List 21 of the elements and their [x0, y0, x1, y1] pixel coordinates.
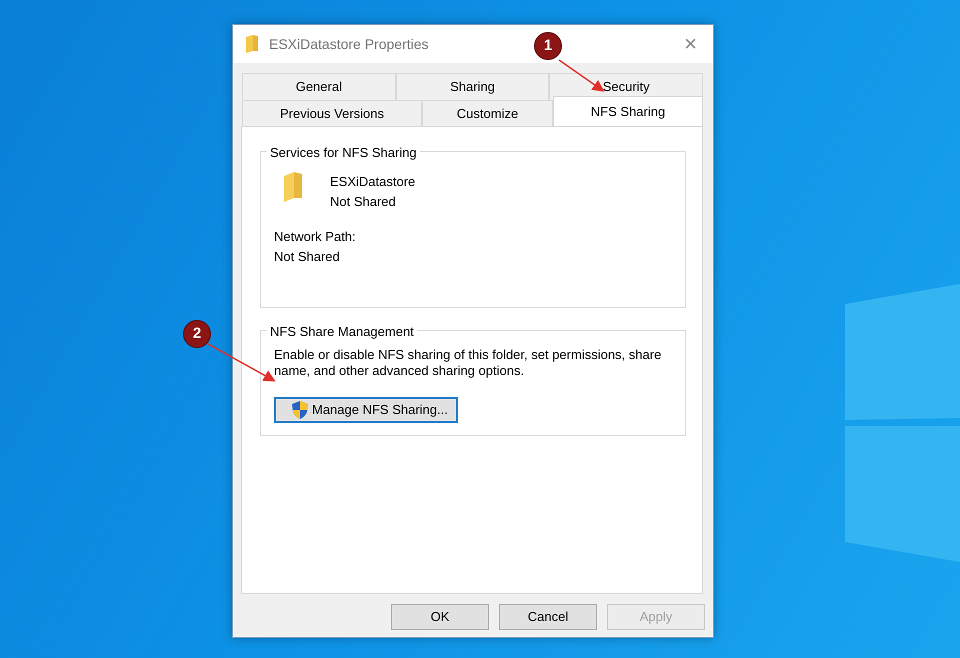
manage-nfs-sharing-button[interactable]: Manage NFS Sharing...	[274, 397, 458, 423]
network-path-label: Network Path:	[274, 228, 357, 246]
tab[interactable]: NFS Sharing	[553, 96, 703, 126]
tab[interactable]: Sharing	[396, 73, 550, 100]
close-button[interactable]: ×	[678, 33, 703, 55]
shield-icon	[290, 400, 310, 420]
folder-name: ESXiDatastore	[330, 173, 416, 191]
callout-badge: 2	[183, 320, 211, 348]
callout-arrow	[208, 343, 276, 382]
share-status: Not Shared	[330, 192, 397, 210]
dialog-button[interactable]: Cancel	[499, 604, 597, 630]
folder-icon	[282, 172, 304, 202]
callout-arrow	[558, 59, 604, 92]
tab[interactable]: General	[242, 73, 396, 100]
description-text: Enable or disable NFS sharing of this folder, set permissions, share name, and other advanced sharing options.	[274, 347, 662, 379]
window-title: ESXiDatastore Properties	[269, 34, 429, 54]
tab[interactable]: Previous Versions	[242, 100, 422, 126]
tab[interactable]: Customize	[422, 100, 553, 126]
folder-icon	[245, 35, 259, 53]
dialog-button[interactable]: OK	[391, 604, 489, 630]
network-path-value: Not Shared	[274, 248, 341, 266]
